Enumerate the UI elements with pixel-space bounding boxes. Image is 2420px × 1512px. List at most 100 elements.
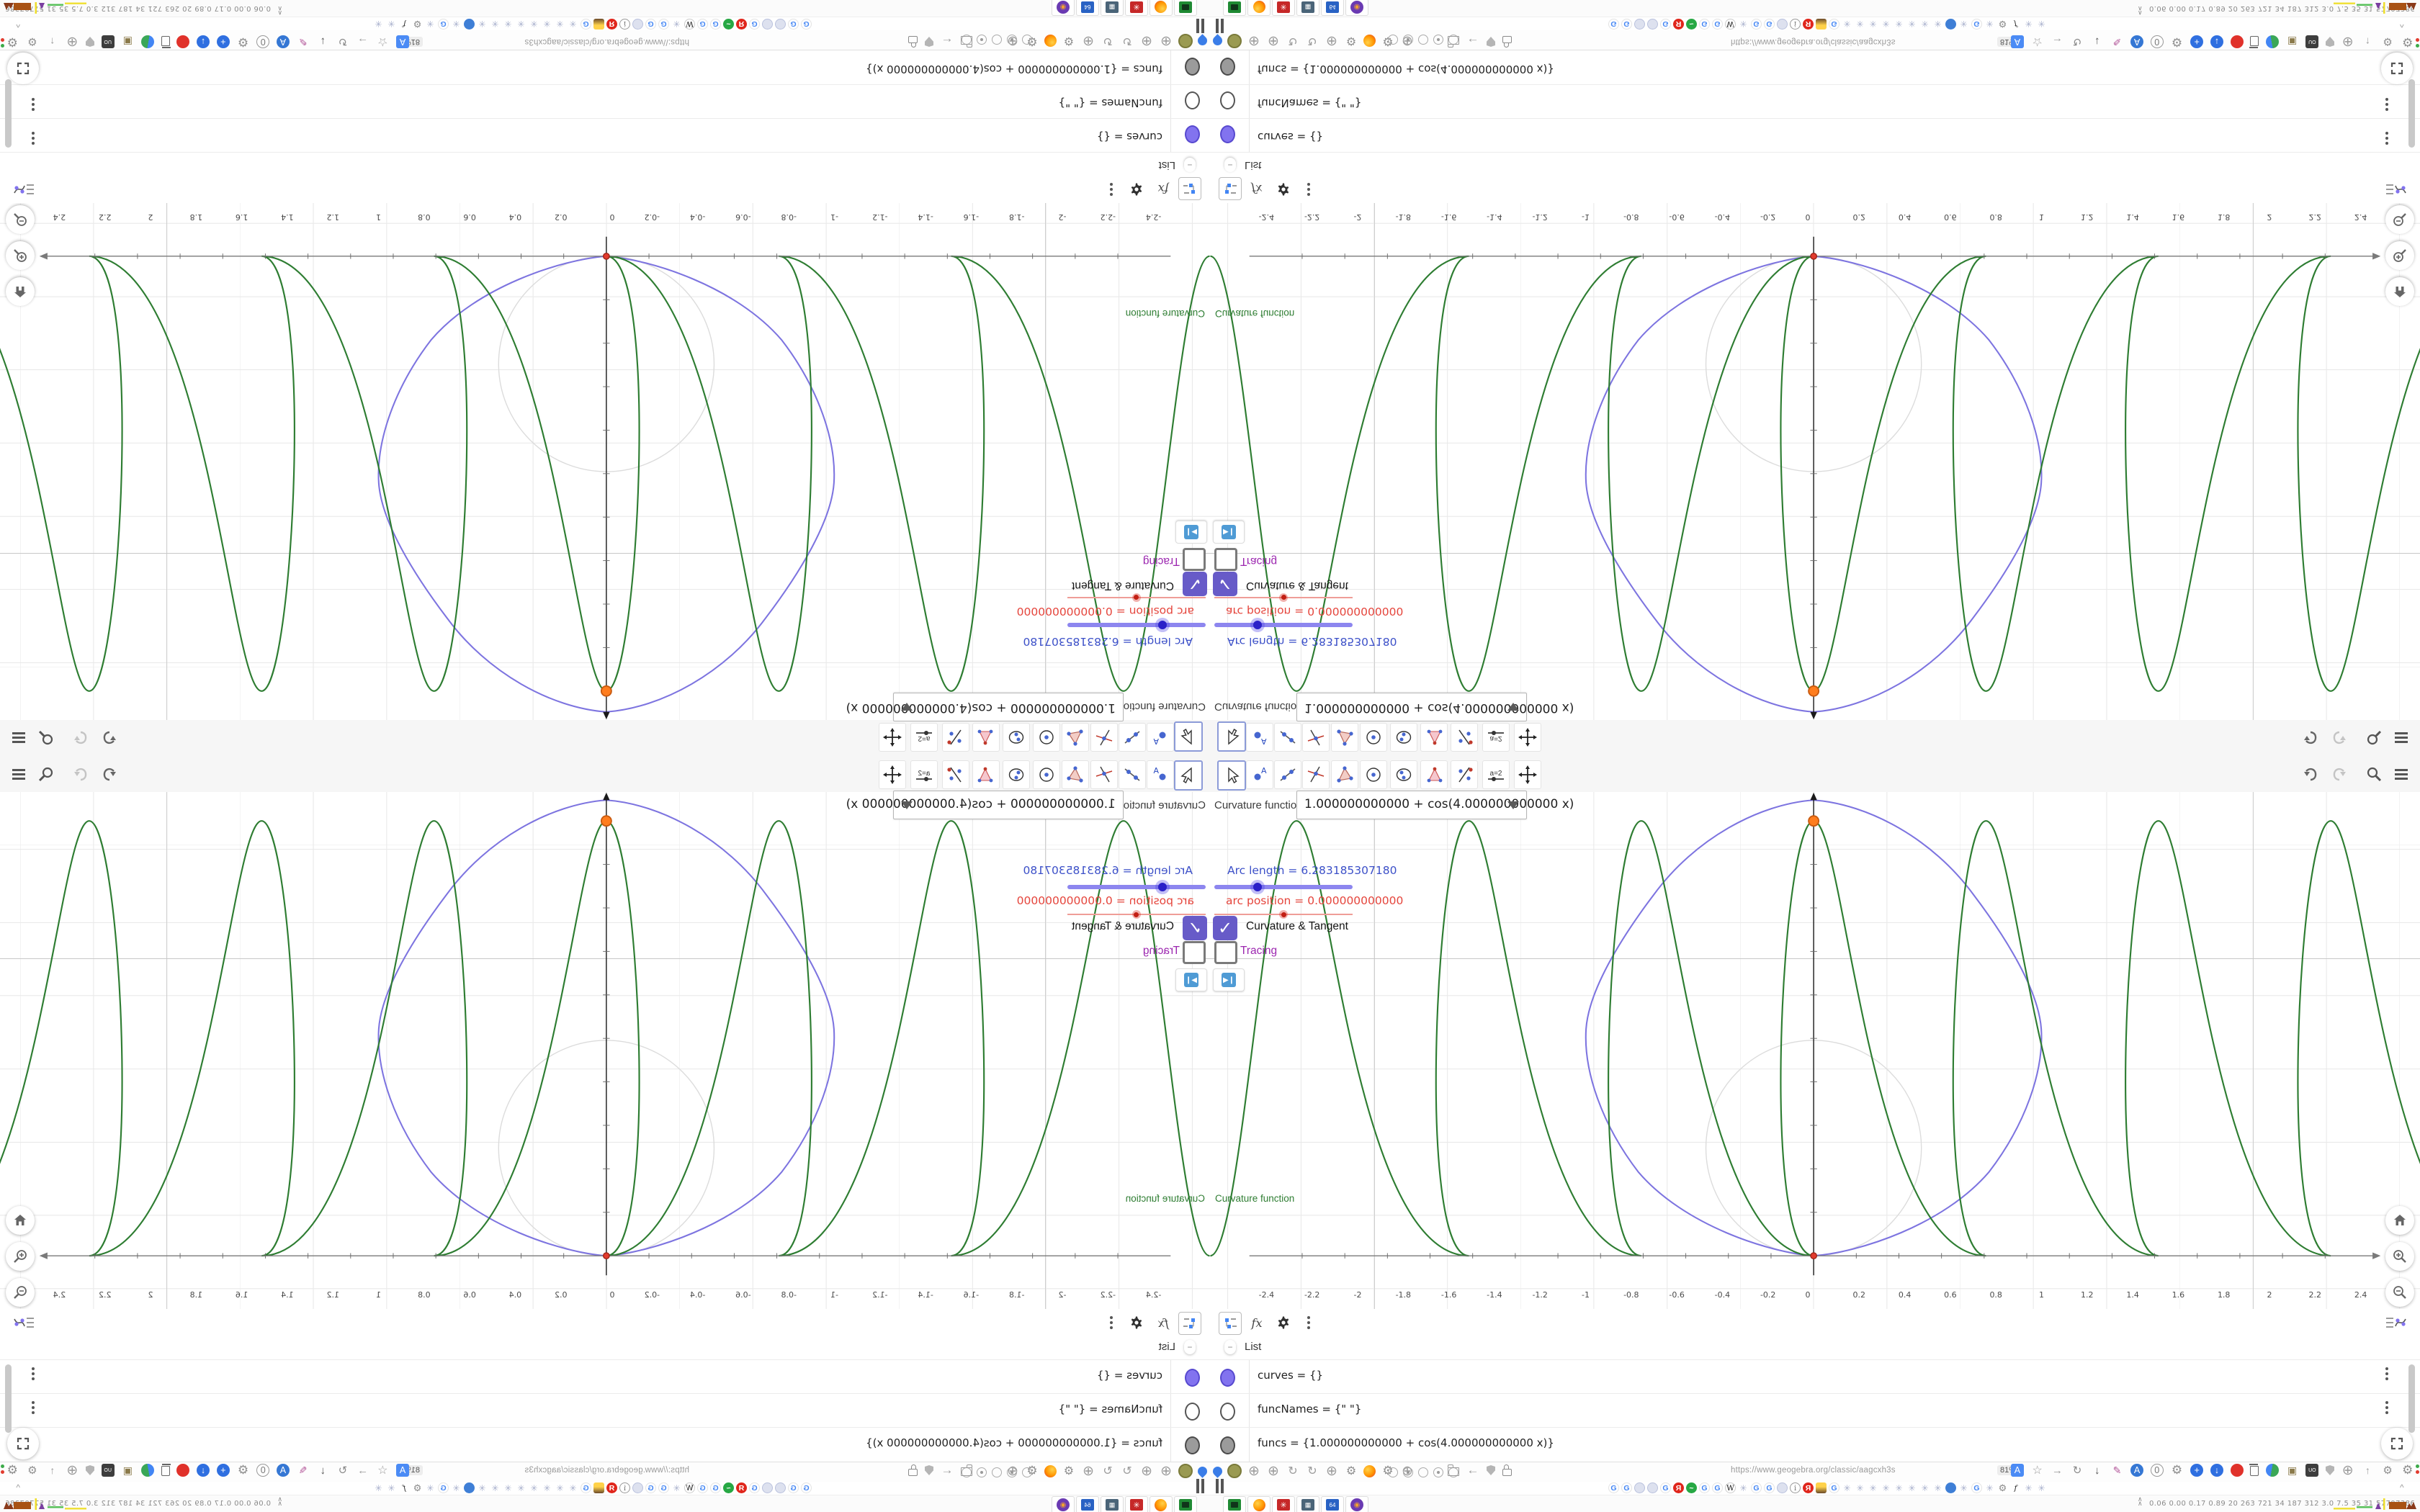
settings-button[interactable] — [1272, 179, 1294, 200]
app-firefox[interactable] — [1247, 1496, 1270, 1512]
curvature-tangent-checkbox[interactable]: ✓ — [1213, 916, 1237, 940]
arc-position-slider-knob[interactable] — [1132, 910, 1141, 919]
object-type-header[interactable]: − List — [0, 1336, 1210, 1359]
tracing-checkbox[interactable] — [1183, 941, 1206, 964]
tool-circle-button[interactable] — [1033, 723, 1060, 752]
flake-icon[interactable]: ✳ — [477, 1482, 488, 1493]
algebra-row-funcs[interactable]: funcs = {1.000000000000 + cos(4.00000000… — [0, 1427, 1210, 1462]
G-icon[interactable]: G — [1608, 1482, 1619, 1493]
arc-length-slider[interactable] — [1214, 623, 1353, 627]
arc-position-point[interactable] — [1810, 252, 1818, 260]
app-terminal[interactable] — [1174, 0, 1197, 16]
play-button[interactable]: ▶❙ — [1213, 521, 1245, 544]
olive-dot-icon[interactable] — [1178, 1464, 1193, 1478]
tracing-checkbox[interactable] — [1214, 941, 1237, 964]
arc-length-slider-knob[interactable] — [1250, 618, 1265, 632]
gear-icon[interactable]: ⚙ — [6, 35, 19, 49]
zoom-in-button[interactable] — [2385, 1242, 2414, 1271]
olive-dot-icon[interactable] — [1227, 1464, 1242, 1478]
dot-icon[interactable] — [632, 1482, 643, 1493]
zoom-in-button[interactable] — [2385, 241, 2414, 270]
main-menu-button[interactable] — [2390, 763, 2413, 785]
tool-slider-button[interactable]: a=2 — [910, 760, 938, 789]
tool-move-view-button[interactable] — [1514, 760, 1541, 789]
flake-icon[interactable]: ✳ — [671, 1482, 682, 1493]
flake-icon[interactable]: ✳ — [1842, 1482, 1852, 1493]
G-icon[interactable]: G — [788, 19, 799, 30]
mini-circle-icon[interactable] — [977, 1467, 987, 1477]
zoom-in-button[interactable] — [6, 241, 35, 270]
panel-more-button[interactable] — [1101, 179, 1122, 200]
curvature-tangent-checkbox[interactable]: ✓ — [1183, 916, 1207, 940]
zoom-out-button[interactable] — [2385, 205, 2414, 234]
visibility-marble[interactable] — [1185, 1436, 1200, 1454]
image-icon[interactable] — [593, 1482, 604, 1493]
shield-icon[interactable] — [925, 37, 933, 47]
trash-icon[interactable] — [2250, 36, 2259, 46]
olive-dot-icon[interactable] — [1178, 34, 1193, 48]
archive-icon[interactable]: ▣ — [2286, 35, 2299, 48]
collapse-group-button[interactable]: − — [1184, 158, 1196, 172]
dot-icon[interactable] — [632, 19, 643, 30]
G-icon[interactable]: G — [1621, 1482, 1632, 1493]
search-button[interactable] — [2362, 727, 2385, 749]
dove-icon[interactable]: ~ — [723, 19, 734, 30]
pin-icon[interactable] — [1196, 34, 1209, 48]
wrench-icon[interactable]: ⚙ — [1062, 34, 1076, 48]
gear-icon[interactable]: ⚙ — [2171, 35, 2184, 49]
gear-fav-icon[interactable]: ⚙ — [1997, 1482, 2008, 1493]
panel-more-button[interactable] — [1298, 179, 1319, 200]
wikipedia-icon[interactable]: W — [1725, 1482, 1736, 1493]
thumb-icon[interactable]: ↑ — [2361, 35, 2374, 48]
curvature-point[interactable] — [1808, 815, 1820, 827]
tool-polygon-button[interactable] — [1062, 760, 1089, 789]
fx-display-button[interactable]: fx — [1246, 1312, 1268, 1333]
G-icon[interactable]: G — [645, 19, 656, 30]
chevron-down-icon[interactable] — [901, 801, 913, 815]
flake-icon[interactable]: ✳ — [2023, 1482, 2034, 1493]
G-icon[interactable]: G — [1621, 19, 1632, 30]
pin-icon[interactable] — [1196, 1464, 1209, 1478]
sort-by-type-button[interactable] — [1219, 1312, 1242, 1335]
app-terminal[interactable] — [1223, 1496, 1246, 1512]
flake-icon[interactable]: ✳ — [1868, 1482, 1878, 1493]
app-screenshot[interactable]: ▦ — [1296, 1496, 1319, 1512]
collapse-group-button[interactable]: − — [1224, 158, 1236, 172]
folder-icon[interactable] — [961, 36, 972, 45]
tool-point-button[interactable]: A — [1147, 760, 1174, 789]
flake-icon[interactable]: ✳ — [542, 19, 552, 30]
f-italic-icon[interactable]: f — [2010, 1482, 2021, 1493]
tool-angle-button[interactable] — [1420, 760, 1448, 789]
globe-icon[interactable]: ⊕ — [1247, 34, 1261, 49]
home-button[interactable] — [6, 277, 35, 306]
flake-icon[interactable]: ✳ — [671, 19, 682, 30]
flake-icon[interactable]: ✳ — [425, 1482, 436, 1493]
row-menu-icon[interactable] — [32, 1401, 35, 1414]
chevron-down-icon[interactable] — [901, 697, 913, 711]
mini-circle-icon[interactable] — [1388, 1467, 1398, 1477]
reader-blue-icon[interactable]: A — [276, 1464, 290, 1477]
redo-button[interactable] — [69, 763, 92, 785]
visibility-marble[interactable] — [1220, 1403, 1235, 1421]
G-icon[interactable]: G — [749, 1482, 760, 1493]
f-italic-icon[interactable]: f — [2010, 19, 2021, 30]
f-italic-icon[interactable]: f — [399, 1482, 410, 1493]
fx-display-button[interactable]: fx — [1152, 1312, 1174, 1333]
flake-icon[interactable]: ✳ — [373, 1482, 384, 1493]
dot-icon[interactable] — [1634, 1482, 1645, 1493]
home-button[interactable] — [2385, 277, 2414, 306]
globe-icon[interactable]: ⊕ — [1159, 1464, 1173, 1479]
app-terminal[interactable] — [1223, 0, 1246, 16]
translate-icon[interactable]: A — [396, 35, 409, 48]
scrollbar-thumb[interactable] — [2408, 1364, 2415, 1433]
dot-icon[interactable] — [1777, 1482, 1788, 1493]
main-menu-button[interactable] — [7, 727, 30, 749]
yandex-icon[interactable]: Я — [606, 1482, 617, 1493]
G-icon[interactable]: G — [788, 1482, 799, 1493]
url-text[interactable]: https://www.geogebra.org/classic/aagcxh3… — [524, 37, 689, 46]
info-icon[interactable]: i — [1790, 19, 1801, 30]
G-icon[interactable]: G — [581, 19, 591, 30]
star-icon[interactable]: ☆ — [2031, 35, 2044, 48]
down-blue-icon[interactable]: ↓ — [197, 1464, 210, 1477]
chevron-up-icon[interactable]: ^ — [16, 1482, 20, 1493]
